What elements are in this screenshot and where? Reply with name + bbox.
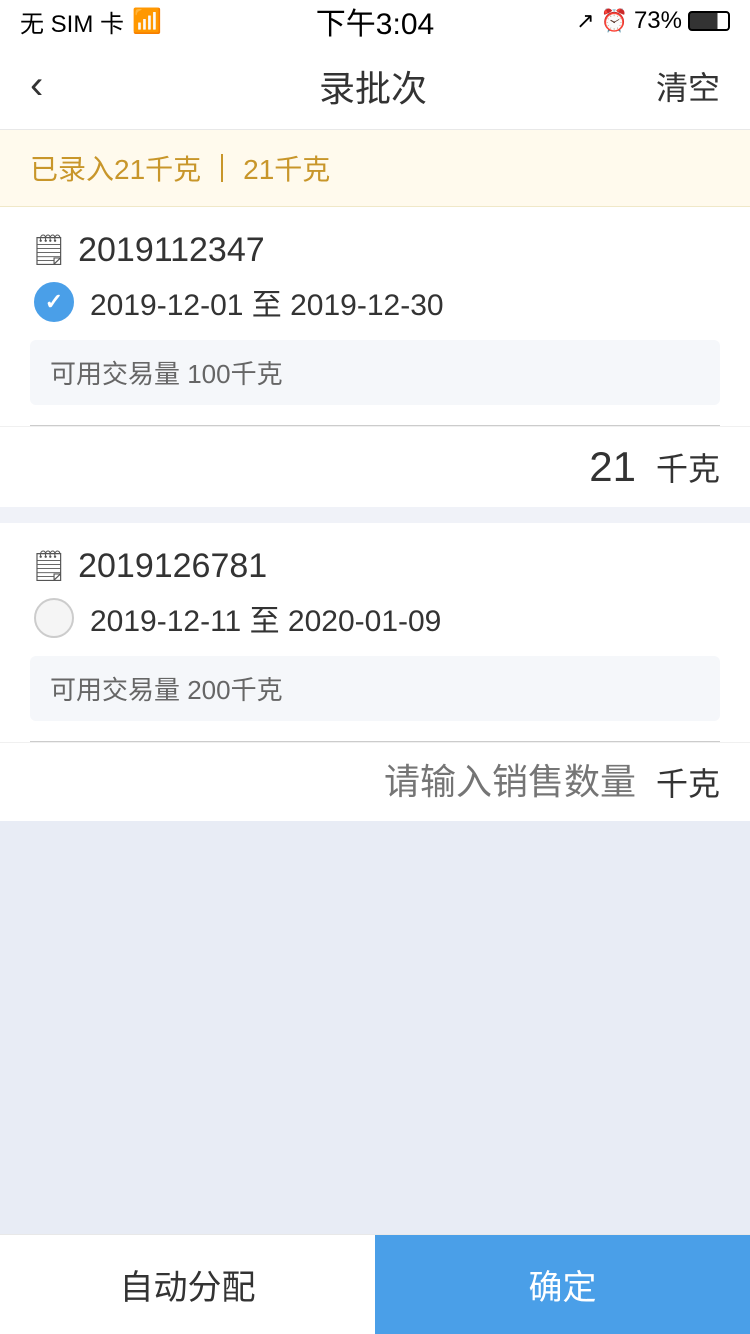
amount-row-2: 千克 [0, 742, 750, 821]
radio-unchecked-2[interactable] [34, 598, 74, 638]
batch-avail-text-2: 可用交易量 200千克 [50, 675, 283, 705]
amount-unit-2: 千克 [656, 759, 720, 805]
wifi-icon: 📶 [132, 7, 162, 36]
amount-unit-1: 千克 [656, 444, 720, 490]
info-divider [221, 154, 223, 182]
info-amount: 21千克 [243, 148, 330, 188]
recorded-label: 已录入21千克 [30, 148, 201, 188]
back-button[interactable]: ‹ [30, 63, 90, 108]
no-sim-text: 无 SIM 卡 [20, 4, 124, 39]
empty-area [0, 821, 750, 1281]
batch-item-2: 🗒 2019126781 2019-12-11 至 2020-01-09 可用交… [0, 523, 750, 721]
batch-date-2: 2019-12-11 至 2020-01-09 [90, 596, 441, 640]
batch-card-2: 🗒 2019126781 2019-12-11 至 2020-01-09 可用交… [0, 523, 750, 821]
amount-row-1: 21 千克 [0, 426, 750, 507]
batch-avail-box-2: 可用交易量 200千克 [30, 656, 720, 721]
clear-button[interactable]: 清空 [656, 63, 720, 109]
status-right: ↗ ⏰ 73% [576, 7, 730, 35]
batch-date-1: 2019-12-01 至 2019-12-30 [90, 280, 444, 324]
bottom-bar: 自动分配 确定 [0, 1234, 750, 1334]
battery-icon [688, 11, 730, 31]
status-left: 无 SIM 卡 📶 [20, 4, 162, 39]
radio-checked-1[interactable] [34, 282, 74, 322]
info-banner: 已录入21千克 21千克 [0, 130, 750, 207]
batch-doc-icon-2: 🗒 [30, 549, 68, 584]
section-gap [0, 507, 750, 523]
location-icon: ↗ [576, 8, 594, 34]
batch-header-1: 🗒 2019112347 [30, 231, 720, 270]
amount-value-1: 21 [589, 443, 636, 491]
confirm-button[interactable]: 确定 [375, 1235, 750, 1334]
quantity-input-2[interactable] [336, 761, 636, 803]
batch-avail-text-1: 可用交易量 100千克 [50, 359, 283, 389]
batch-avail-box-1: 可用交易量 100千克 [30, 340, 720, 405]
batch-card-1: 🗒 2019112347 2019-12-01 至 2019-12-30 可用交… [0, 207, 750, 507]
batch-id-1: 2019112347 [78, 231, 265, 270]
batch-item-1: 🗒 2019112347 2019-12-01 至 2019-12-30 可用交… [0, 207, 750, 405]
alarm-icon: ⏰ [601, 8, 628, 34]
status-time: 下午3:04 [316, 0, 434, 43]
page-title: 录批次 [319, 60, 427, 112]
batch-doc-icon-1: 🗒 [30, 233, 68, 268]
batch-header-2: 🗒 2019126781 [30, 547, 720, 586]
batch-id-2: 2019126781 [78, 547, 267, 586]
nav-bar: ‹ 录批次 清空 [0, 42, 750, 130]
status-bar: 无 SIM 卡 📶 下午3:04 ↗ ⏰ 73% [0, 0, 750, 42]
batch-date-row-1: 2019-12-01 至 2019-12-30 [30, 280, 720, 324]
auto-distribute-button[interactable]: 自动分配 [0, 1235, 375, 1334]
battery-percent: 73% [634, 7, 682, 35]
batch-date-row-2: 2019-12-11 至 2020-01-09 [30, 596, 720, 640]
